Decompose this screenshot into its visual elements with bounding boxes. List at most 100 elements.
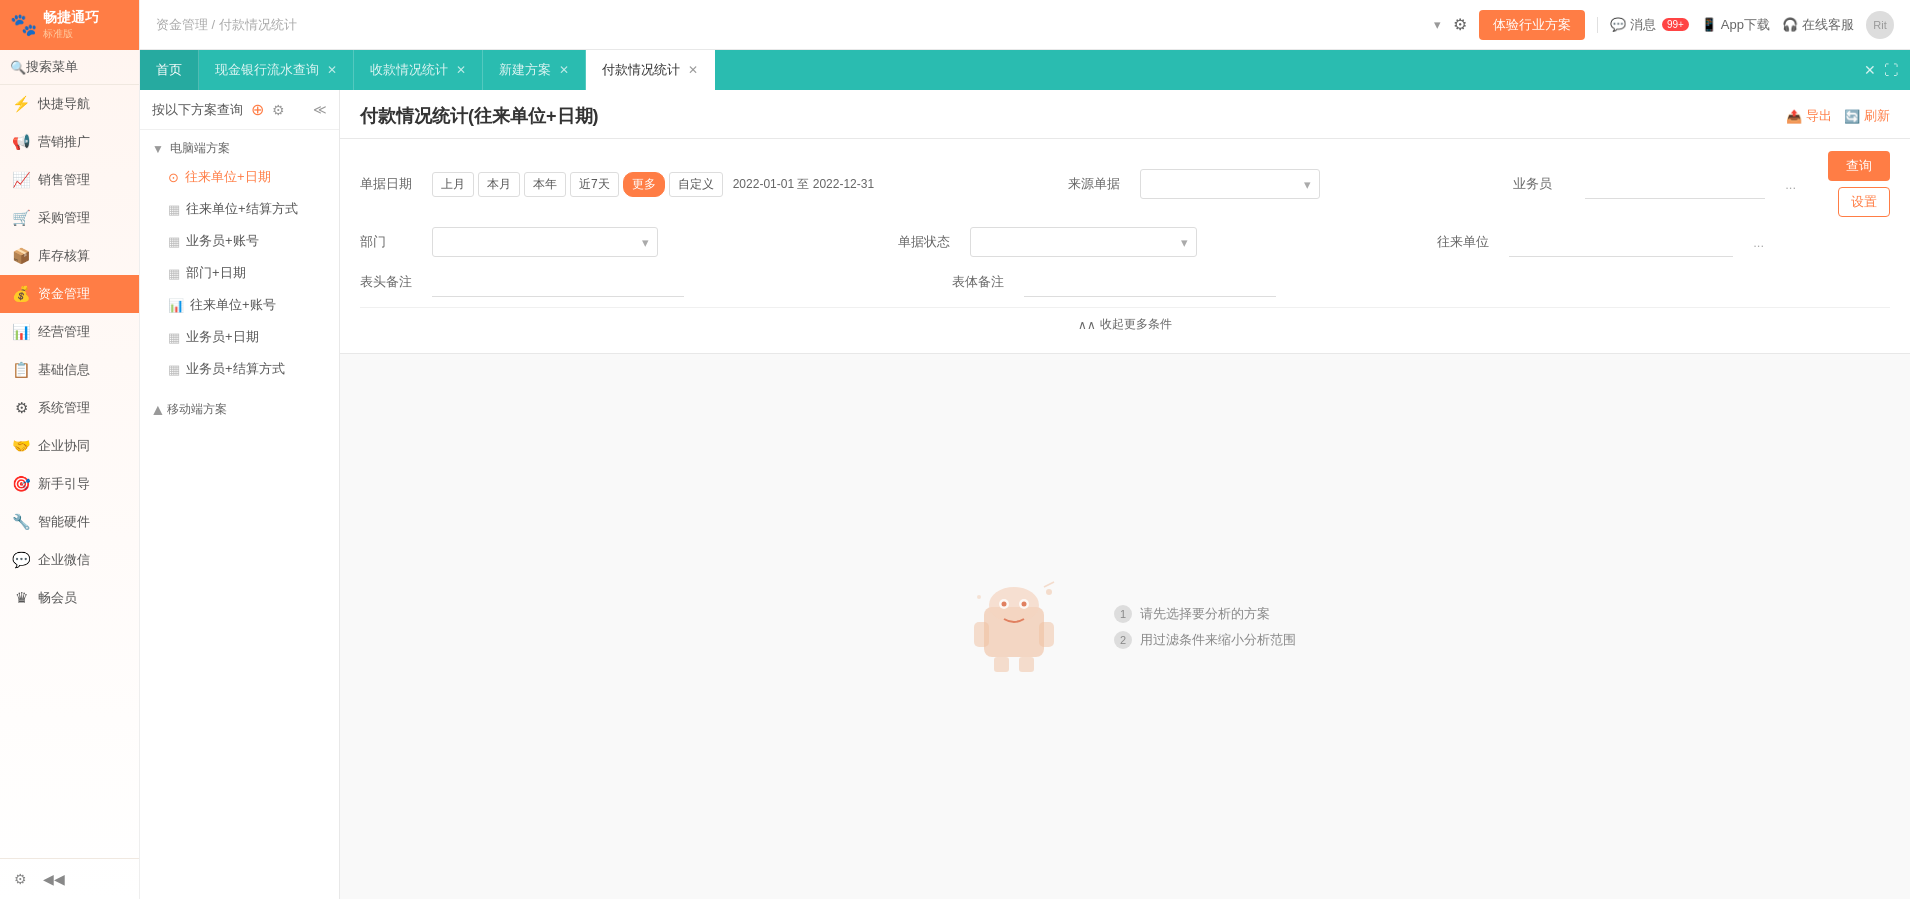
schema-item-staff-date[interactable]: ▦ 业务员+日期 (140, 321, 339, 353)
filter-row-3: 表头备注 表体备注 (360, 267, 1890, 297)
sidebar-item-smart[interactable]: 🔧 智能硬件 (0, 503, 139, 541)
date-btn-more[interactable]: 更多 (623, 172, 665, 197)
sidebar-item-purchase[interactable]: 🛒 采购管理 (0, 199, 139, 237)
note-body-input[interactable] (1024, 267, 1276, 297)
svg-rect-2 (1039, 622, 1054, 647)
sidebar-item-inventory[interactable]: 📦 库存核算 (0, 237, 139, 275)
page-title: 付款情况统计(往来单位+日期) (360, 104, 599, 128)
source-bill-arrow: ▾ (1304, 177, 1311, 192)
empty-tip-2: 2 用过滤条件来缩小分析范围 (1114, 631, 1296, 649)
note-header-label: 表头备注 (360, 273, 416, 291)
add-schema-btn[interactable]: ⊕ (251, 100, 264, 119)
payment-stats-tab-close[interactable]: ✕ (688, 63, 698, 77)
sidebar-collapse-btn[interactable]: ◀◀ (39, 867, 69, 891)
query-btn[interactable]: 查询 (1828, 151, 1890, 181)
download-icon: 📱 (1701, 17, 1717, 32)
bill-status-select[interactable]: ▾ (970, 227, 1196, 257)
date-btn-this-year[interactable]: 本年 (524, 172, 566, 197)
tab-receipt-stats[interactable]: 收款情况统计 ✕ (354, 50, 483, 90)
export-btn[interactable]: 📤 导出 (1786, 107, 1832, 125)
tab-payment-stats[interactable]: 付款情况统计 ✕ (586, 50, 715, 90)
note-header-input[interactable] (432, 267, 684, 297)
tab-expand-btn[interactable]: ⛶ (1884, 62, 1898, 78)
pc-group-title[interactable]: ▼ 电脑端方案 (140, 136, 339, 161)
schema-item-staff-account[interactable]: ▦ 业务员+账号 (140, 225, 339, 257)
sidebar-item-basic-info[interactable]: 📋 基础信息 (0, 351, 139, 389)
source-bill-select[interactable]: ▾ (1140, 169, 1320, 199)
sidebar-search[interactable]: 🔍 搜索菜单 (0, 50, 139, 85)
sidebar-menu: ⚡ 快捷导航 📢 营销推广 📈 销售管理 🛒 采购管理 📦 库存核算 💰 资金管… (0, 85, 139, 858)
trial-btn[interactable]: 体验行业方案 (1479, 10, 1585, 40)
tab-bank-flow[interactable]: 现金银行流水查询 ✕ (199, 50, 354, 90)
app-download-label: App下载 (1721, 16, 1770, 34)
tab-home[interactable]: 首页 (140, 50, 199, 90)
receipt-stats-tab-close[interactable]: ✕ (456, 63, 466, 77)
empty-area: 1 请先选择要分析的方案 2 用过滤条件来缩小分析范围 (340, 354, 1910, 899)
avatar[interactable]: Rit (1866, 11, 1894, 39)
partner-dots[interactable]: ... (1753, 235, 1764, 250)
sidebar-item-member[interactable]: ♛ 畅会员 (0, 579, 139, 617)
service-icon: 🎧 (1782, 17, 1798, 32)
messages-label: 消息 (1630, 16, 1656, 34)
sidebar-item-operation[interactable]: 📊 经营管理 (0, 313, 139, 351)
schema-item-unit-account[interactable]: 📊 往来单位+账号 (140, 289, 339, 321)
schema-item-staff-settlement[interactable]: ▦ 业务员+结算方式 (140, 353, 339, 385)
bank-flow-tab-close[interactable]: ✕ (327, 63, 337, 77)
app-download-btn[interactable]: 📱 App下载 (1701, 16, 1770, 34)
svg-point-9 (1022, 601, 1027, 606)
schema-item-unit-date[interactable]: ⊙ 往来单位+日期 (140, 161, 339, 193)
schema-icon: ▦ (168, 330, 180, 345)
search-label: 搜索菜单 (26, 58, 78, 76)
pc-schema-group: ▼ 电脑端方案 ⊙ 往来单位+日期 ▦ 往来单位+结算方式 ▦ 业务员+账号 ▦ (140, 130, 339, 391)
left-panel-header: 按以下方案查询 ⊕ ⚙ ≪ (140, 90, 339, 130)
svg-point-11 (977, 595, 981, 599)
date-btn-last-month[interactable]: 上月 (432, 172, 474, 197)
left-panel-collapse-btn[interactable]: ≪ (313, 102, 327, 117)
date-btn-this-month[interactable]: 本月 (478, 172, 520, 197)
sidebar-item-system[interactable]: ⚙ 系统管理 (0, 389, 139, 427)
svg-point-5 (989, 587, 1039, 623)
tab-new-plan[interactable]: 新建方案 ✕ (483, 50, 586, 90)
tab-actions: ✕ ⛶ (1852, 50, 1910, 90)
new-plan-tab-close[interactable]: ✕ (559, 63, 569, 77)
mobile-group-arrow: ▶ (150, 405, 164, 414)
partner-input[interactable] (1509, 227, 1733, 257)
mobile-group-title[interactable]: ▶ 移动端方案 (140, 397, 339, 422)
sidebar-item-weixin[interactable]: 💬 企业微信 (0, 541, 139, 579)
sidebar-item-sales[interactable]: 📈 销售管理 (0, 161, 139, 199)
sidebar-item-marketing[interactable]: 📢 营销推广 (0, 123, 139, 161)
staff-input[interactable] (1585, 169, 1765, 199)
tab-close-all-btn[interactable]: ✕ (1864, 62, 1876, 78)
staff-dots[interactable]: ... (1785, 177, 1796, 192)
sidebar-settings-btn[interactable]: ⚙ (10, 867, 31, 891)
messages-btn[interactable]: 💬 消息 99+ (1610, 16, 1689, 34)
filter-row-1: 单据日期 上月 本月 本年 近7天 更多 自定义 2022-01-01 至 20… (360, 151, 1890, 217)
export-label: 导出 (1806, 107, 1832, 125)
date-btn-custom[interactable]: 自定义 (669, 172, 723, 197)
sidebar-item-finance[interactable]: 💰 资金管理 (0, 275, 139, 313)
online-service-btn[interactable]: 🎧 在线客服 (1782, 16, 1854, 34)
search-icon: 🔍 (10, 60, 26, 75)
staff-label: 业务员 (1513, 175, 1569, 193)
sidebar-item-quick-nav[interactable]: ⚡ 快捷导航 (0, 85, 139, 123)
mobile-schema-group: ▶ 移动端方案 (140, 391, 339, 428)
schema-settings-btn[interactable]: ⚙ (272, 102, 285, 118)
purchase-icon: 🛒 (12, 209, 30, 227)
collapse-more-btn[interactable]: ∧∧ 收起更多条件 (360, 307, 1890, 341)
refresh-btn[interactable]: 🔄 刷新 (1844, 107, 1890, 125)
dropdown-arrow-icon[interactable]: ▾ (1434, 17, 1441, 32)
home-tab-label: 首页 (156, 61, 182, 79)
dept-select[interactable]: ▾ (432, 227, 658, 257)
filter-settings-btn[interactable]: 设置 (1838, 187, 1890, 217)
schema-item-unit-settlement[interactable]: ▦ 往来单位+结算方式 (140, 193, 339, 225)
date-btn-last-7-days[interactable]: 近7天 (570, 172, 619, 197)
topbar-settings-icon[interactable]: ⚙ (1453, 15, 1467, 34)
receipt-stats-tab-label: 收款情况统计 (370, 61, 448, 79)
operation-icon: 📊 (12, 323, 30, 341)
quick-nav-icon: ⚡ (12, 95, 30, 113)
sidebar-item-enterprise[interactable]: 🤝 企业协同 (0, 427, 139, 465)
sidebar-item-guide[interactable]: 🎯 新手引导 (0, 465, 139, 503)
schema-item-dept-date[interactable]: ▦ 部门+日期 (140, 257, 339, 289)
sidebar-item-label: 企业微信 (38, 551, 90, 569)
mobile-group-label: 移动端方案 (167, 401, 227, 418)
